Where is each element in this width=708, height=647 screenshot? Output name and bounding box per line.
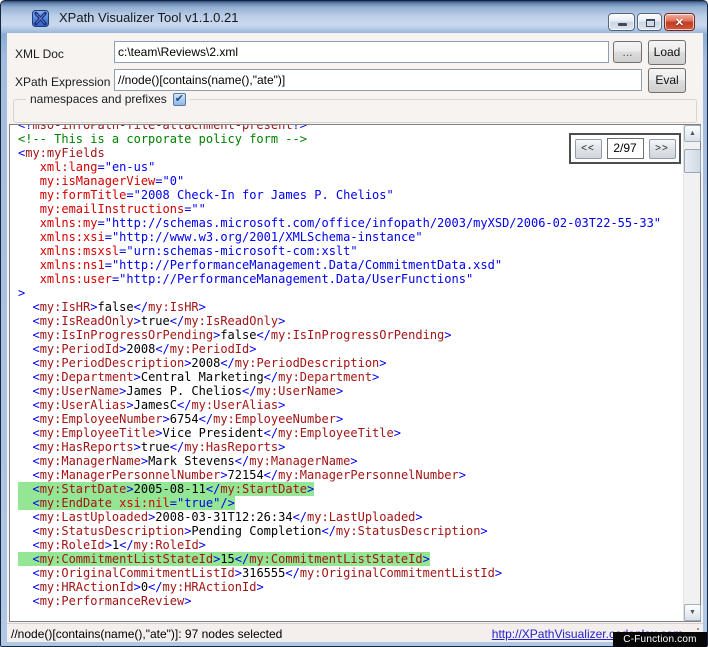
xml-line: <my:PerformanceReview>	[32, 594, 192, 608]
xml-line: <my:IsHR>false</my:IsHR>	[32, 300, 206, 314]
xml-line: <my:PeriodDescription>2008</my:PeriodDes…	[32, 356, 387, 370]
xml-line: <my:StatusDescription>Pending Completion…	[32, 524, 488, 538]
xml-code: <?mso-infoPath-file-attachment-present?>…	[18, 125, 682, 608]
app-icon	[32, 10, 49, 27]
xml-code-container: <?mso-infoPath-file-attachment-present?>…	[11, 125, 682, 620]
node-position-indicator[interactable]: 2/97	[606, 138, 644, 159]
xml-line: xmlns:ns1="http://PerformanceManagement.…	[39, 258, 503, 272]
xpath-expression-input[interactable]	[114, 69, 642, 91]
xml-doc-input[interactable]	[114, 41, 609, 63]
window-title: XPath Visualizer Tool v1.1.0.21	[59, 10, 239, 25]
maximize-button[interactable]	[637, 13, 662, 31]
vertical-scrollbar[interactable]: ▲ ▼	[683, 125, 701, 621]
xml-line: xmlns:my="http://schemas.microsoft.com/o…	[39, 216, 662, 230]
xml-line: <my:UserAlias>JamesC</my:UserAlias>	[32, 398, 286, 412]
xml-line: my:emailInstructions=""	[39, 202, 206, 216]
node-pager: << 2/97 >>	[569, 133, 681, 164]
xpath-expression-label: XPath Expression	[15, 75, 111, 89]
titlebar: XPath Visualizer Tool v1.1.0.21 ✕	[1, 1, 707, 33]
next-node-button[interactable]: >>	[648, 138, 676, 159]
xml-viewer[interactable]: <?mso-infoPath-file-attachment-present?>…	[9, 124, 701, 622]
statusbar: //node()[contains(name(),"ate")]: 97 nod…	[7, 623, 703, 642]
close-icon: ✕	[674, 17, 685, 29]
xml-line: <my:EndDate xsi:nil="true"/>	[18, 496, 682, 510]
xml-line: xmlns:msxsl="urn:schemas-microsoft-com:x…	[39, 244, 358, 258]
minimize-button[interactable]	[608, 13, 635, 31]
previous-node-button[interactable]: <<	[574, 138, 602, 159]
xml-line: xmlns:xsi="http://www.w3.org/2001/XMLSch…	[39, 230, 423, 244]
xml-line: <my:Department>Central Marketing</my:Dep…	[32, 370, 380, 384]
xml-line: <my:LastUploaded>2008-03-31T12:26:34</my…	[32, 510, 423, 524]
xml-line: <my:HRActionId>0</my:HRActionId>	[32, 580, 264, 594]
xml-line: <my:CommitmentListStateId>15</my:Commitm…	[18, 552, 682, 566]
xml-line: <my:UserName>James P. Chelios</my:UserNa…	[32, 384, 344, 398]
xml-line: <my:IsInProgressOrPending>false</my:IsIn…	[32, 328, 452, 342]
close-button[interactable]: ✕	[664, 13, 695, 31]
scroll-up-button[interactable]: ▲	[684, 125, 701, 142]
xml-line: <my:StartDate>2005-08-11</my:StartDate>	[18, 482, 682, 496]
browse-button[interactable]: ...	[613, 41, 642, 63]
xml-doc-label: XML Doc	[15, 47, 64, 61]
xml-line: <?mso-infoPath-file-attachment-present?>	[18, 125, 307, 132]
load-button[interactable]: Load	[648, 40, 686, 65]
xml-line: xmlns:user="http://PerformanceManagement…	[39, 272, 474, 286]
watermark: C-Function.com	[613, 632, 707, 647]
xml-line: >	[18, 286, 26, 300]
xml-line: <my:EmployeeNumber>6754</my:EmployeeNumb…	[32, 412, 344, 426]
namespaces-groupbox: namespaces and prefixes	[13, 92, 697, 123]
status-text: //node()[contains(name(),"ate")]: 97 nod…	[11, 627, 283, 641]
eval-button[interactable]: Eval	[648, 68, 686, 93]
app-window: XPath Visualizer Tool v1.1.0.21 ✕ XML Do…	[0, 0, 708, 647]
xml-line: <my:PeriodId>2008</my:PeriodId>	[32, 342, 257, 356]
client-area: XML Doc ... Load XPath Expression Eval n…	[7, 33, 703, 642]
scroll-down-button[interactable]: ▼	[684, 604, 701, 621]
namespaces-checkbox[interactable]	[172, 92, 186, 106]
scrollbar-thumb[interactable]	[684, 149, 701, 173]
xml-line: my:formTitle="2008 Check-In for James P.…	[39, 188, 394, 202]
xml-line: <my:ManagerName>Mark Stevens</my:Manager…	[32, 454, 358, 468]
xml-line: my:isManagerView="0"	[39, 174, 185, 188]
xml-line: <my:RoleId>1</my:RoleId>	[32, 538, 206, 552]
xml-line: <my:EmployeeTitle>Vice President</my:Emp…	[32, 426, 401, 440]
xml-line: <my:IsReadOnly>true</my:IsReadOnly>	[32, 314, 286, 328]
xml-line: <my:OriginalCommitmentListId>316555</my:…	[32, 566, 503, 580]
xml-line: <my:ManagerPersonnelNumber>72154</my:Man…	[32, 468, 466, 482]
namespaces-label: namespaces and prefixes	[30, 92, 167, 106]
xml-line: <my:HasReports>true</my:HasReports>	[32, 440, 286, 454]
